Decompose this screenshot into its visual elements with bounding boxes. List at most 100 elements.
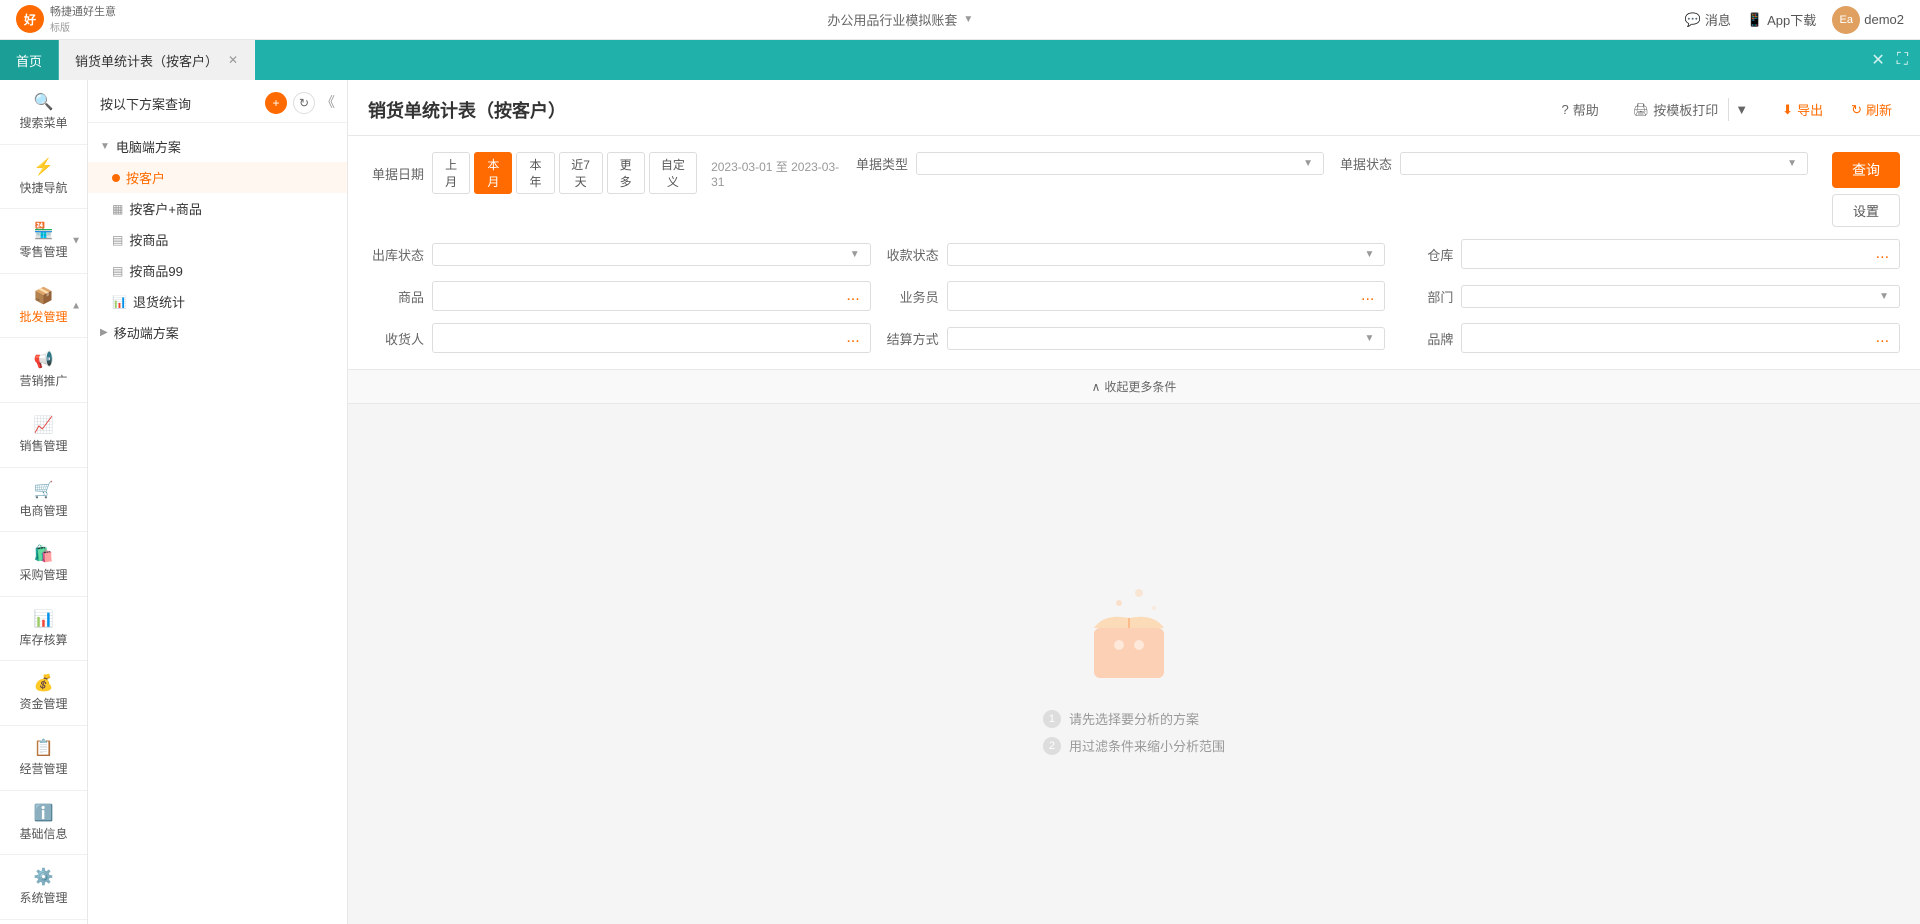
page-actions: ? 帮助 🖨 按模板打印 ▼ ⬇ 导出 bbox=[1554, 92, 1901, 127]
tab-sales-stats[interactable]: 销货单统计表（按客户） ✕ bbox=[59, 40, 255, 80]
sales-icon: 📈 bbox=[34, 415, 54, 435]
user-area[interactable]: Ea demo2 bbox=[1832, 6, 1904, 34]
filter-wrapper: 单据日期 上月 本月 本年 近7天 更多 自定义 20 bbox=[348, 136, 1920, 404]
filter-row-3: 商品 ... 业务员 ... bbox=[368, 281, 1900, 311]
left-panel-title: 按以下方案查询 bbox=[100, 94, 259, 113]
marketing-icon: 📢 bbox=[34, 350, 54, 370]
sidebar-item-basic[interactable]: ℹ️ 基础信息 bbox=[0, 791, 87, 856]
receiver-dots[interactable]: ... bbox=[846, 329, 859, 347]
date-btn-last-month[interactable]: 上月 bbox=[432, 152, 470, 194]
page-header: 销货单统计表（按客户） ? 帮助 🖨 按模板打印 ▼ ⬇ bbox=[348, 80, 1920, 136]
app-dropdown-arrow[interactable]: ▼ bbox=[963, 14, 973, 25]
sidebar-item-retail[interactable]: 🏪 零售管理 ▼ bbox=[0, 209, 87, 274]
settlement-select[interactable]: ▼ bbox=[947, 327, 1386, 350]
sidebar-item-wholesale[interactable]: 📦 批发管理 ▲ bbox=[0, 274, 87, 339]
receiver-label: 收货人 bbox=[368, 329, 424, 348]
tree-section: ▼ 电脑端方案 按客户 ▦ 按客户+商品 ▤ 按商品 bbox=[88, 123, 347, 356]
sidebar-item-label-nav: 快捷导航 bbox=[19, 181, 67, 197]
tree-node-return-stats[interactable]: 📊 退货统计 bbox=[88, 286, 347, 317]
collapse-row[interactable]: ∧ 收起更多条件 bbox=[348, 370, 1920, 404]
doc-status-filter: 单据状态 ▼ bbox=[1336, 152, 1808, 175]
sidebar-item-business[interactable]: 📋 经营管理 bbox=[0, 726, 87, 791]
add-scheme-btn[interactable]: + bbox=[265, 92, 287, 114]
settlement-label: 结算方式 bbox=[883, 329, 939, 348]
logo-area: 好 畅捷通好生意 标版 bbox=[16, 5, 116, 34]
tree-node-label-customer: 按客户 bbox=[126, 168, 165, 187]
out-status-arrow-icon: ▼ bbox=[850, 249, 860, 260]
date-btn-last7[interactable]: 近7天 bbox=[559, 152, 603, 194]
empty-illustration bbox=[1074, 573, 1194, 693]
collapse-chevron-icon: ∧ bbox=[1092, 380, 1101, 394]
warehouse-select[interactable]: ... bbox=[1461, 239, 1900, 269]
finance-icon: 💰 bbox=[34, 673, 54, 693]
export-btn[interactable]: ⬇ 导出 bbox=[1774, 96, 1831, 123]
receiver-select[interactable]: ... bbox=[432, 323, 871, 353]
sidebar-item-enterprise[interactable]: 🤝 企业协同 bbox=[0, 920, 87, 924]
doc-status-label: 单据状态 bbox=[1336, 154, 1392, 173]
desktop-expand-icon: ▼ bbox=[100, 141, 110, 152]
tab-close-icon[interactable]: ✕ bbox=[228, 53, 238, 67]
sidebar-item-ecommerce[interactable]: 🛒 电商管理 bbox=[0, 468, 87, 533]
out-status-select[interactable]: ▼ bbox=[432, 243, 871, 266]
tree-node-by-goods[interactable]: ▤ 按商品 bbox=[88, 224, 347, 255]
warehouse-dots[interactable]: ... bbox=[1876, 245, 1889, 263]
sidebar-item-search-menu[interactable]: 🔍 搜索菜单 bbox=[0, 80, 87, 145]
tab-home[interactable]: 首页 bbox=[0, 40, 59, 80]
sidebar-item-system[interactable]: ⚙️ 系统管理 bbox=[0, 855, 87, 920]
message-btn[interactable]: 💬 消息 bbox=[1685, 10, 1731, 29]
collapse-panel-btn[interactable]: 《 bbox=[321, 92, 335, 114]
date-btn-custom[interactable]: 自定义 bbox=[649, 152, 697, 194]
quick-nav-icon: ⚡ bbox=[34, 157, 54, 177]
sidebar-item-label-retail: 零售管理 bbox=[19, 245, 67, 261]
tree-desktop-header[interactable]: ▼ 电脑端方案 bbox=[88, 131, 347, 162]
mobile-section-label: 移动端方案 bbox=[114, 323, 179, 342]
receipt-status-select[interactable]: ▼ bbox=[947, 243, 1386, 266]
sidebar-item-inventory[interactable]: 📊 库存核算 bbox=[0, 597, 87, 662]
goods-select[interactable]: ... bbox=[432, 281, 871, 311]
doc-status-select[interactable]: ▼ bbox=[1400, 152, 1808, 175]
date-btn-more[interactable]: 更多 bbox=[607, 152, 645, 194]
date-btn-this-year[interactable]: 本年 bbox=[516, 152, 554, 194]
ecommerce-icon: 🛒 bbox=[34, 480, 54, 500]
tree-node-label-customer-goods: 按客户+商品 bbox=[129, 199, 202, 218]
main-layout: 🔍 搜索菜单 ⚡ 快捷导航 🏪 零售管理 ▼ 📦 批发管理 ▲ 📢 营销推广 📈… bbox=[0, 80, 1920, 924]
tree-node-by-customer[interactable]: 按客户 bbox=[88, 162, 347, 193]
tabbar-close-icon[interactable]: ✕ bbox=[1871, 50, 1884, 70]
goods-filter: 商品 ... bbox=[368, 281, 871, 311]
date-label: 单据日期 bbox=[368, 164, 424, 183]
settings-btn[interactable]: 设置 bbox=[1832, 194, 1900, 227]
template-print-main[interactable]: 🖨 按模板打印 bbox=[1627, 96, 1725, 123]
tree-node-by-customer-goods[interactable]: ▦ 按客户+商品 bbox=[88, 193, 347, 224]
filter-area: 单据日期 上月 本月 本年 近7天 更多 自定义 20 bbox=[348, 136, 1920, 370]
refresh-btn[interactable]: ↻ 刷新 bbox=[1843, 96, 1900, 123]
salesperson-select[interactable]: ... bbox=[947, 281, 1386, 311]
wholesale-icon: 📦 bbox=[34, 286, 54, 306]
sidebar-item-marketing[interactable]: 📢 营销推广 bbox=[0, 338, 87, 403]
template-print-arrow-icon[interactable]: ▼ bbox=[1728, 98, 1754, 121]
sidebar-item-finance[interactable]: 💰 资金管理 bbox=[0, 661, 87, 726]
goods-dots[interactable]: ... bbox=[846, 287, 859, 305]
dept-select[interactable]: ▼ bbox=[1461, 285, 1900, 308]
tabbar-maximize-icon[interactable]: ⛶ bbox=[1897, 51, 1908, 69]
app-download-btn[interactable]: 📱 App下载 bbox=[1747, 10, 1816, 29]
brand-dots[interactable]: ... bbox=[1876, 329, 1889, 347]
brand-select[interactable]: ... bbox=[1461, 323, 1900, 353]
refresh-page-icon: ↻ bbox=[1851, 102, 1862, 118]
sidebar-item-purchase[interactable]: 🛍️ 采购管理 bbox=[0, 532, 87, 597]
out-status-label: 出库状态 bbox=[368, 245, 424, 264]
receipt-status-label: 收款状态 bbox=[883, 245, 939, 264]
salesperson-dots[interactable]: ... bbox=[1361, 287, 1374, 305]
date-btn-this-month[interactable]: 本月 bbox=[474, 152, 512, 194]
template-print-btn[interactable]: 🖨 按模板打印 ▼ bbox=[1619, 92, 1762, 127]
sidebar-item-quick-nav[interactable]: ⚡ 快捷导航 bbox=[0, 145, 87, 210]
tree-node-by-goods-99[interactable]: ▤ 按商品99 bbox=[88, 255, 347, 286]
help-btn[interactable]: ? 帮助 bbox=[1554, 96, 1607, 123]
tree-mobile-header[interactable]: ▶ 移动端方案 bbox=[88, 317, 347, 348]
sidebar-item-sales[interactable]: 📈 销售管理 bbox=[0, 403, 87, 468]
topbar: 好 畅捷通好生意 标版 办公用品行业模拟账套 ▼ 💬 消息 📱 App下载 Ea… bbox=[0, 0, 1920, 40]
goods-icon: ▤ bbox=[112, 233, 123, 247]
app-download-label: App下载 bbox=[1767, 10, 1816, 29]
refresh-scheme-btn[interactable]: ↻ bbox=[293, 92, 315, 114]
query-btn[interactable]: 查询 bbox=[1832, 152, 1900, 188]
doc-type-select[interactable]: ▼ bbox=[916, 152, 1324, 175]
